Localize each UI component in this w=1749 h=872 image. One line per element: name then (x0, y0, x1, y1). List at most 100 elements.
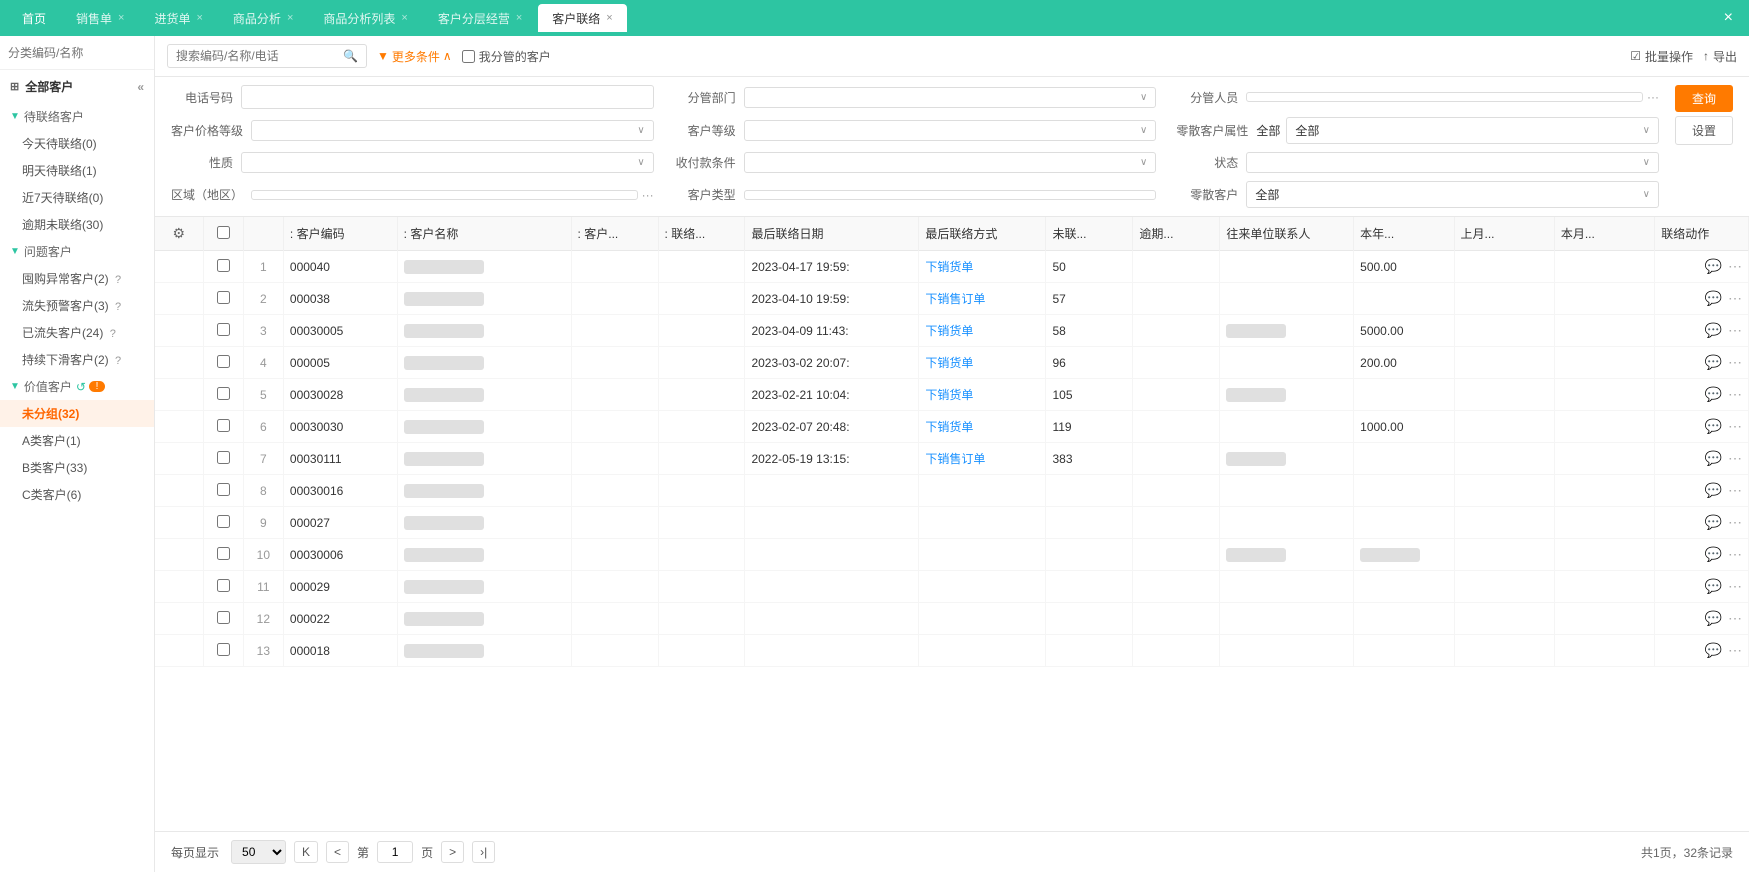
td-checkbox[interactable] (203, 571, 243, 603)
more-action-icon[interactable]: ⋯ (1728, 610, 1742, 627)
td-checkbox[interactable] (203, 443, 243, 475)
contact-type-link[interactable]: 下销货单 (925, 388, 973, 402)
td-checkbox[interactable] (203, 411, 243, 443)
last-page-btn[interactable]: ›| (472, 841, 495, 863)
reset-button[interactable]: 设置 (1675, 116, 1733, 145)
td-checkbox[interactable] (203, 635, 243, 667)
contact-action-icon[interactable]: 💬 (1705, 322, 1722, 339)
gear-icon[interactable]: ⚙ (173, 225, 186, 241)
tab-close-product-analysis[interactable]: × (287, 12, 293, 24)
td-checkbox[interactable] (203, 347, 243, 379)
contact-action-icon[interactable]: 💬 (1705, 642, 1722, 659)
more-action-icon[interactable]: ⋯ (1728, 450, 1742, 467)
row-checkbox[interactable] (217, 323, 230, 336)
td-checkbox[interactable] (203, 475, 243, 507)
export-btn[interactable]: ↑ 导出 (1703, 48, 1737, 65)
td-checkbox[interactable] (203, 539, 243, 571)
filter-retail-select[interactable]: 全部 ∨ (1246, 181, 1659, 208)
sidebar-item-class-b[interactable]: B类客户(33) (0, 454, 154, 481)
first-page-btn[interactable]: K (294, 841, 318, 863)
more-action-icon[interactable]: ⋯ (1728, 578, 1742, 595)
tab-home[interactable]: 首页 (8, 4, 60, 32)
tab-close-sales[interactable]: × (118, 12, 124, 24)
search-icon[interactable]: 🔍 (343, 49, 358, 63)
section-problem-customers[interactable]: ▼ 问题客户 (0, 238, 154, 265)
contact-type-link[interactable]: 下销货单 (925, 324, 973, 338)
section-pending-contact[interactable]: ▼ 待联络客户 (0, 103, 154, 130)
tab-close-customer-segment[interactable]: × (516, 12, 522, 24)
sidebar-item-class-a[interactable]: A类客户(1) (0, 427, 154, 454)
contact-action-icon[interactable]: 💬 (1705, 418, 1722, 435)
tab-product-analysis-list[interactable]: 商品分析列表 × (309, 4, 421, 32)
td-checkbox[interactable] (203, 315, 243, 347)
td-checkbox[interactable] (203, 507, 243, 539)
contact-type-link[interactable]: 下销售订单 (925, 292, 985, 306)
contact-action-icon[interactable]: 💬 (1705, 546, 1722, 563)
contact-action-icon[interactable]: 💬 (1705, 514, 1722, 531)
contact-type-link[interactable]: 下销售订单 (925, 452, 985, 466)
contact-type-link[interactable]: 下销货单 (925, 420, 973, 434)
section-value-customers[interactable]: ▼ 价值客户 ↺ ! (0, 373, 154, 400)
sidebar-item-tomorrow[interactable]: 明天待联络(1) (0, 157, 154, 184)
all-customers-header[interactable]: ⊞ 全部客户 « (0, 70, 154, 103)
window-close-button[interactable]: × (1716, 9, 1741, 27)
row-checkbox[interactable] (217, 515, 230, 528)
filter-phone-input[interactable] (241, 85, 654, 109)
td-checkbox[interactable] (203, 283, 243, 315)
tab-customer-segment[interactable]: 客户分层经营 × (424, 4, 536, 32)
row-checkbox[interactable] (217, 387, 230, 400)
row-checkbox[interactable] (217, 419, 230, 432)
filter-region-select[interactable] (251, 190, 638, 200)
filter-customer-level-select[interactable]: ∨ (744, 120, 1157, 141)
contact-action-icon[interactable]: 💬 (1705, 354, 1722, 371)
sidebar-item-class-c[interactable]: C类客户(6) (0, 481, 154, 508)
more-action-icon[interactable]: ⋯ (1728, 258, 1742, 275)
tab-close-product-analysis-list[interactable]: × (401, 12, 407, 24)
manager-more-icon[interactable]: ··· (1647, 90, 1659, 104)
filter-manager-select[interactable] (1246, 92, 1643, 102)
region-more-icon[interactable]: ··· (642, 188, 654, 202)
prev-page-btn[interactable]: < (326, 841, 349, 863)
tab-sales[interactable]: 销售单 × (62, 4, 138, 32)
more-action-icon[interactable]: ⋯ (1728, 642, 1742, 659)
filter-nature-select[interactable]: ∨ (241, 152, 654, 173)
more-action-icon[interactable]: ⋯ (1728, 482, 1742, 499)
td-checkbox[interactable] (203, 251, 243, 283)
filter-payment-select[interactable]: ∨ (744, 152, 1157, 173)
row-checkbox[interactable] (217, 483, 230, 496)
tab-customer-contact[interactable]: 客户联络 × (538, 4, 626, 32)
next-page-btn[interactable]: > (441, 841, 464, 863)
sidebar-item-churn-warning[interactable]: 流失预警客户(3) ? (0, 292, 154, 319)
contact-action-icon[interactable]: 💬 (1705, 610, 1722, 627)
my-customers-checkbox[interactable]: 我分管的客户 (462, 48, 551, 65)
more-action-icon[interactable]: ⋯ (1728, 322, 1742, 339)
contact-action-icon[interactable]: 💬 (1705, 578, 1722, 595)
page-size-select[interactable]: 50 100 (231, 840, 286, 864)
filter-retail-attr-select[interactable]: 全部 ∨ (1286, 117, 1659, 144)
th-gear[interactable]: ⚙ (155, 217, 203, 251)
search-input[interactable] (176, 49, 343, 63)
contact-action-icon[interactable]: 💬 (1705, 290, 1722, 307)
td-checkbox[interactable] (203, 379, 243, 411)
tab-product-analysis[interactable]: 商品分析 × (219, 4, 307, 32)
contact-action-icon[interactable]: 💬 (1705, 450, 1722, 467)
contact-action-icon[interactable]: 💬 (1705, 482, 1722, 499)
sidebar-search-input[interactable] (8, 46, 155, 60)
more-action-icon[interactable]: ⋯ (1728, 514, 1742, 531)
refresh-icon[interactable]: ↺ (76, 380, 86, 394)
row-checkbox[interactable] (217, 611, 230, 624)
filter-status-select[interactable]: ∨ (1246, 152, 1659, 173)
tab-close-customer-contact[interactable]: × (606, 12, 612, 24)
collapse-icon[interactable]: « (137, 80, 144, 94)
more-action-icon[interactable]: ⋯ (1728, 354, 1742, 371)
row-checkbox[interactable] (217, 291, 230, 304)
sidebar-item-ungrouped[interactable]: 未分组(32) (0, 400, 154, 427)
row-checkbox[interactable] (217, 451, 230, 464)
contact-type-link[interactable]: 下销货单 (925, 260, 973, 274)
more-action-icon[interactable]: ⋯ (1728, 418, 1742, 435)
more-action-icon[interactable]: ⋯ (1728, 386, 1742, 403)
more-action-icon[interactable]: ⋯ (1728, 546, 1742, 563)
row-checkbox[interactable] (217, 355, 230, 368)
tab-purchase[interactable]: 进货单 × (140, 4, 216, 32)
search-box[interactable]: 🔍 (167, 44, 367, 68)
